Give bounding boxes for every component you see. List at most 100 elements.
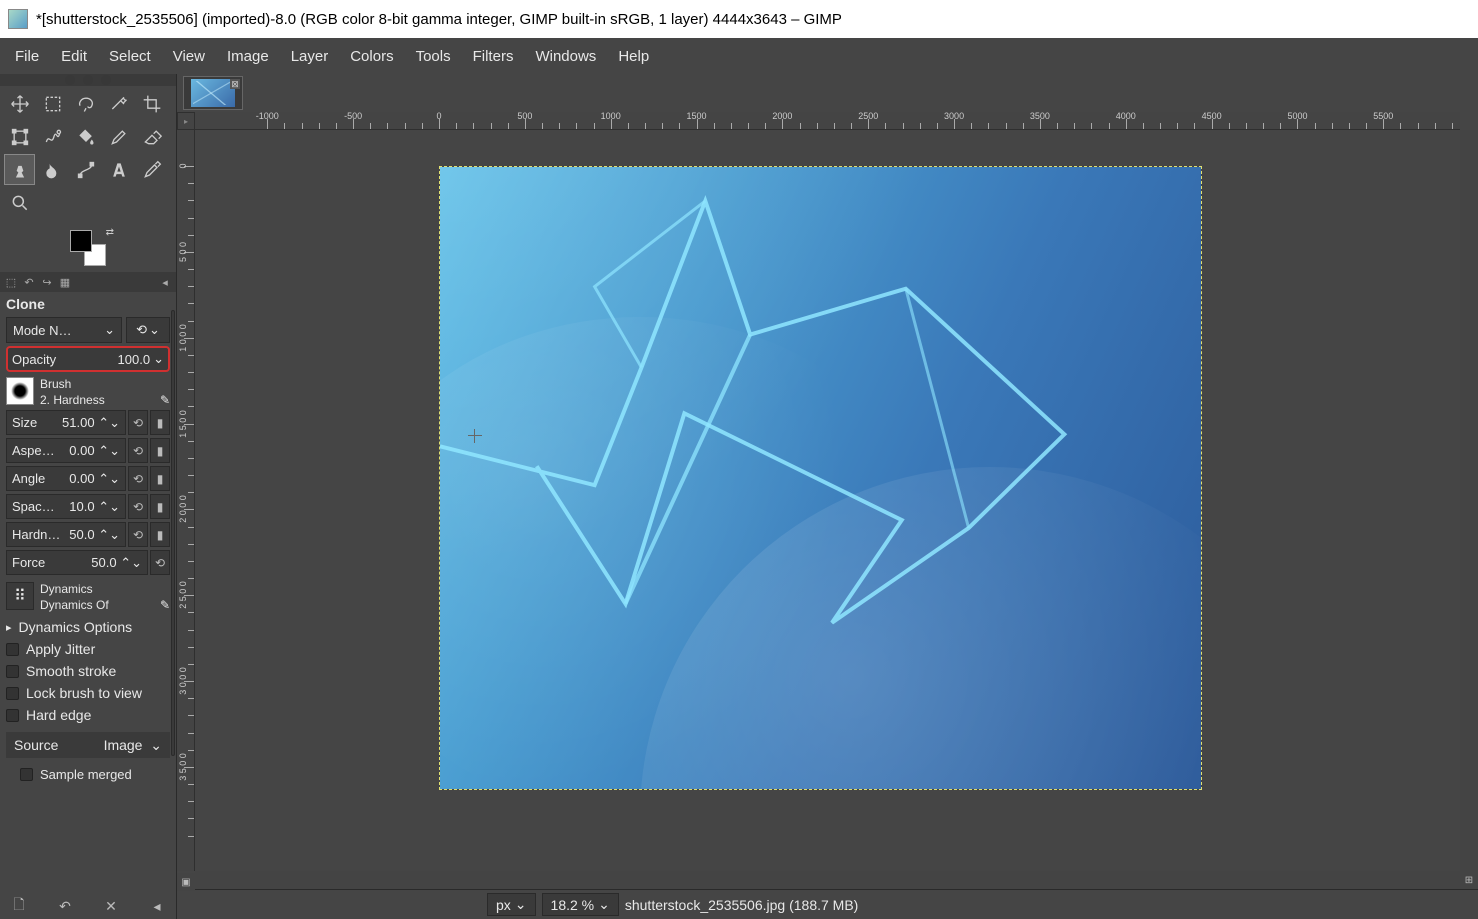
menu-file[interactable]: File <box>4 42 50 71</box>
save-tool-preset-icon[interactable]: 🗋 <box>10 897 28 915</box>
clone-source-cursor <box>468 429 482 443</box>
tool-smudge[interactable] <box>37 154 68 185</box>
chevron-down-icon: ⌄ <box>104 322 115 338</box>
force-input[interactable]: Force50.0 ⌃⌄ <box>6 550 148 575</box>
brush-preview[interactable] <box>6 377 34 405</box>
tool-transform[interactable] <box>4 121 35 152</box>
spacing-reset-button[interactable]: ⟲ <box>128 494 148 519</box>
hardness-reset-button[interactable]: ⟲ <box>128 522 148 547</box>
force-reset-button[interactable]: ⟲ <box>150 550 170 575</box>
menu-help[interactable]: Help <box>607 42 660 71</box>
smooth-stroke-checkbox[interactable]: Smooth stroke <box>6 663 170 679</box>
dock-menu-icon[interactable]: ◂ <box>158 275 172 289</box>
tool-clone[interactable] <box>4 154 35 185</box>
fg-bg-swatch[interactable]: ⇄ <box>70 230 106 266</box>
hardness-link-button[interactable]: ▮ <box>150 522 170 547</box>
tool-options-title: Clone <box>6 296 170 312</box>
menu-windows[interactable]: Windows <box>524 42 607 71</box>
menu-image[interactable]: Image <box>216 42 280 71</box>
canvas-artwork <box>440 167 1201 789</box>
tool-warp[interactable] <box>37 121 68 152</box>
apply-jitter-checkbox[interactable]: Apply Jitter <box>6 641 170 657</box>
hardness-input[interactable]: Hardn…50.0 ⌃⌄ <box>6 522 126 547</box>
opacity-slider[interactable]: Opacity 100.0⌄ <box>6 346 170 372</box>
dynamics-preview[interactable]: ⠿ <box>6 582 34 610</box>
angle-reset-button[interactable]: ⟲ <box>128 466 148 491</box>
image-tabs: ⊠ <box>177 74 1478 112</box>
blend-direction-select[interactable]: ⟲⌄ <box>126 317 170 343</box>
quick-mask-button[interactable]: ▣ <box>177 873 195 891</box>
angle-input[interactable]: Angle0.00 ⌃⌄ <box>6 466 126 491</box>
menu-layer[interactable]: Layer <box>280 42 340 71</box>
hard-edge-checkbox[interactable]: Hard edge <box>6 707 170 723</box>
angle-link-button[interactable]: ▮ <box>150 466 170 491</box>
dock-tabs: ⬚ ↶ ↪ ▦ ◂ <box>0 272 176 292</box>
dock-tab-undo[interactable]: ↪ <box>40 275 54 289</box>
tool-move[interactable] <box>4 88 35 119</box>
menubar: File Edit Select View Image Layer Colors… <box>0 38 1478 74</box>
tool-paintbrush[interactable] <box>103 121 134 152</box>
image-tab[interactable]: ⊠ <box>183 76 243 110</box>
titlebar: *[shutterstock_2535506] (imported)-8.0 (… <box>0 0 1478 38</box>
blend-mode-select[interactable]: Mode N…⌄ <box>6 317 122 343</box>
size-reset-button[interactable]: ⟲ <box>128 410 148 435</box>
brush-name[interactable]: 2. Hardness <box>40 393 105 407</box>
sidebar: ⇄ ⬚ ↶ ↪ ▦ ◂ Clone Mode N…⌄ ⟲⌄ Opacity 10… <box>0 74 177 919</box>
aspect-reset-button[interactable]: ⟲ <box>128 438 148 463</box>
stepper-icon: ⌄ <box>153 351 164 367</box>
tool-eraser[interactable] <box>136 121 167 152</box>
ruler-horizontal[interactable]: -1000-5000500100015002000250030003500400… <box>195 112 1460 130</box>
title-text: *[shutterstock_2535506] (imported)-8.0 (… <box>36 11 842 28</box>
tool-text[interactable] <box>103 154 134 185</box>
tool-options-panel: Clone Mode N…⌄ ⟲⌄ Opacity 100.0⌄ Brush 2… <box>0 292 176 786</box>
edit-dynamics-icon[interactable]: ✎ <box>160 598 170 612</box>
unit-select[interactable]: px⌄ <box>487 893 536 916</box>
swap-colors-icon[interactable]: ⇄ <box>106 227 114 238</box>
aspect-input[interactable]: Aspe…0.00 ⌃⌄ <box>6 438 126 463</box>
reset-tool-options-icon[interactable]: ◂ <box>148 897 166 915</box>
dynamics-options-expander[interactable]: ▸Dynamics Options <box>6 619 170 635</box>
chevron-down-icon: ⌄ <box>149 322 160 338</box>
delete-tool-preset-icon[interactable]: ✕ <box>102 897 120 915</box>
sample-merged-checkbox[interactable]: Sample merged <box>6 767 170 782</box>
tool-rect-select[interactable] <box>37 88 68 119</box>
ruler-origin-button[interactable]: ▸ <box>177 112 195 130</box>
tool-color-picker[interactable] <box>136 154 167 185</box>
menu-colors[interactable]: Colors <box>339 42 404 71</box>
tool-zoom[interactable] <box>4 187 35 218</box>
lock-brush-checkbox[interactable]: Lock brush to view <box>6 685 170 701</box>
canvas-nav-button[interactable]: ⊞ <box>1460 871 1478 889</box>
menu-filters[interactable]: Filters <box>462 42 525 71</box>
tool-crop[interactable] <box>136 88 167 119</box>
spacing-link-button[interactable]: ▮ <box>150 494 170 519</box>
canvas-scroll-h[interactable] <box>195 871 1460 889</box>
tool-options-scrollbar[interactable] <box>171 310 175 756</box>
menu-tools[interactable]: Tools <box>405 42 462 71</box>
tool-bucket[interactable] <box>70 121 101 152</box>
clone-source-select[interactable]: Source Image ⌄ <box>6 732 170 758</box>
aspect-link-button[interactable]: ▮ <box>150 438 170 463</box>
menu-view[interactable]: View <box>162 42 216 71</box>
canvas[interactable] <box>439 166 1202 790</box>
fg-color[interactable] <box>70 230 92 252</box>
dock-tab-tool-options[interactable]: ⬚ <box>4 275 18 289</box>
menu-select[interactable]: Select <box>98 42 162 71</box>
ruler-vertical[interactable]: 05 0 01 0 0 01 5 0 02 0 0 02 5 0 03 0 0 … <box>177 130 195 871</box>
dock-tab-images[interactable]: ▦ <box>58 275 72 289</box>
tool-paths[interactable] <box>70 154 101 185</box>
restore-tool-preset-icon[interactable]: ↶ <box>56 897 74 915</box>
dynamics-name[interactable]: Dynamics Of <box>40 598 109 612</box>
zoom-select[interactable]: 18.2 %⌄ <box>542 893 619 916</box>
edit-brush-icon[interactable]: ✎ <box>160 393 170 407</box>
menu-edit[interactable]: Edit <box>50 42 98 71</box>
spacing-input[interactable]: Spac…10.0 ⌃⌄ <box>6 494 126 519</box>
tool-free-select[interactable] <box>70 88 101 119</box>
size-input[interactable]: Size51.00 ⌃⌄ <box>6 410 126 435</box>
dock-tab-device[interactable]: ↶ <box>22 275 36 289</box>
tool-fuzzy-select[interactable] <box>103 88 134 119</box>
size-link-button[interactable]: ▮ <box>150 410 170 435</box>
status-info: shutterstock_2535506.jpg (188.7 MB) <box>625 897 858 913</box>
canvas-viewport[interactable] <box>195 130 1460 871</box>
canvas-scroll-v[interactable] <box>1460 130 1478 871</box>
close-tab-icon[interactable]: ⊠ <box>230 79 240 89</box>
